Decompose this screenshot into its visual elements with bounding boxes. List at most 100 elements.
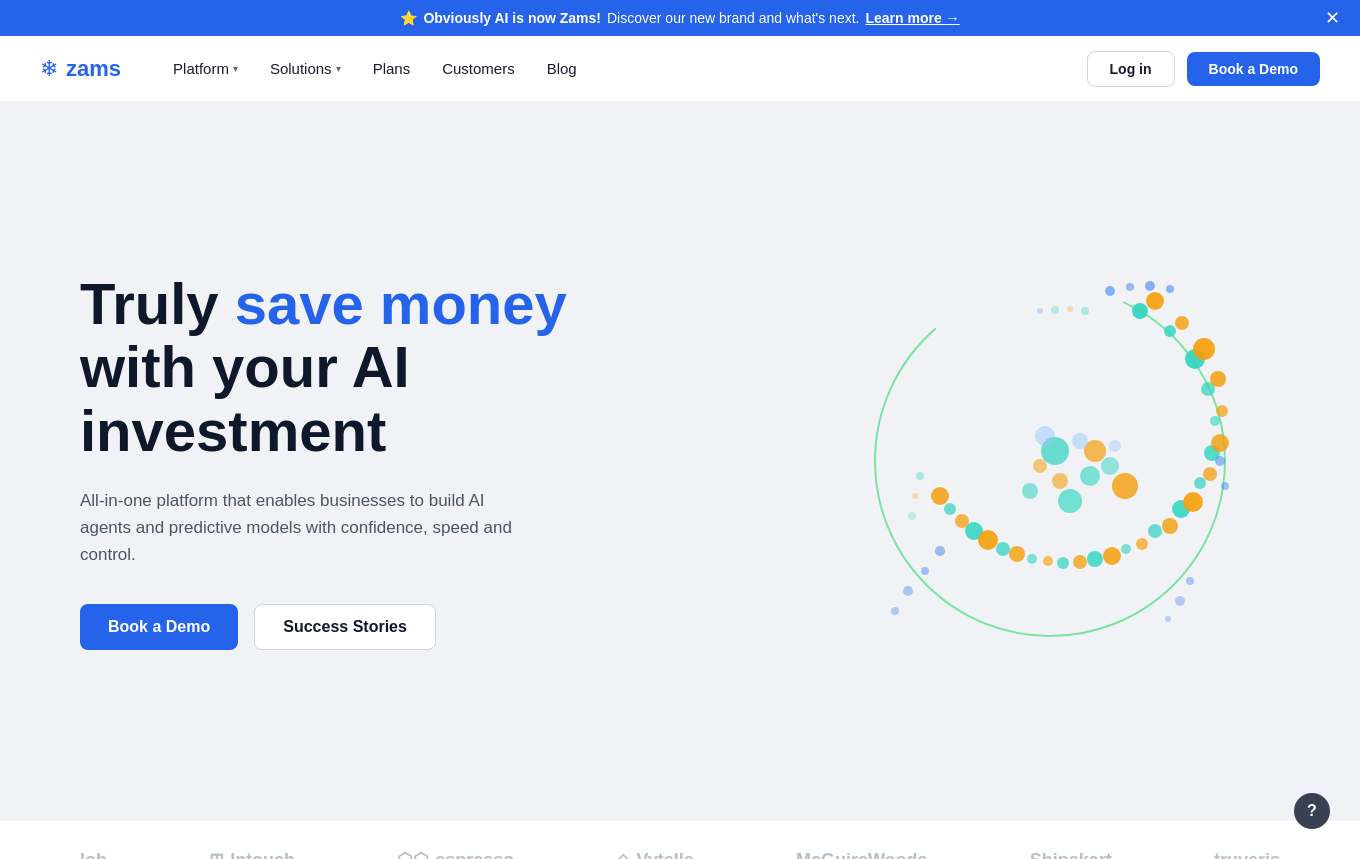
- logo-espresso-icon: ⬡⬡: [397, 849, 429, 859]
- logo-link[interactable]: ❄ zams: [40, 56, 121, 82]
- nav-plans-label: Plans: [373, 60, 411, 77]
- hero-buttons: Book a Demo Success Stories: [80, 604, 660, 650]
- svg-point-31: [978, 530, 998, 550]
- svg-point-42: [903, 586, 913, 596]
- close-banner-button[interactable]: ✕: [1325, 9, 1340, 27]
- svg-point-29: [1043, 556, 1053, 566]
- svg-point-50: [1058, 489, 1082, 513]
- nav-item-blog[interactable]: Blog: [535, 52, 589, 85]
- banner-link[interactable]: Learn more →: [865, 10, 959, 26]
- nav-blog-label: Blog: [547, 60, 577, 77]
- logo-vytelle: ◇ Vytelle: [616, 849, 693, 859]
- svg-point-46: [1165, 616, 1171, 622]
- svg-point-26: [1136, 538, 1148, 550]
- logo-intouch-text: Intouch: [230, 850, 295, 860]
- logos-bar: lob ⊞ Intouch ⬡⬡ espresso ◇ Vytelle McGu…: [0, 821, 1360, 859]
- svg-point-16: [944, 503, 956, 515]
- svg-point-37: [1166, 285, 1174, 293]
- logo-mcguirewoods-text: McGuireWoods: [796, 850, 928, 860]
- chevron-down-icon: ▾: [336, 63, 341, 74]
- svg-point-21: [1216, 405, 1228, 417]
- svg-point-51: [1101, 457, 1119, 475]
- svg-point-59: [1081, 307, 1089, 315]
- banner-star: ⭐: [400, 10, 417, 26]
- chevron-down-icon: ▾: [233, 63, 238, 74]
- svg-point-57: [1072, 433, 1088, 449]
- svg-point-5: [1210, 416, 1220, 426]
- svg-point-2: [1164, 325, 1176, 337]
- svg-point-14: [996, 542, 1010, 556]
- banner-text: Discover our new brand and what's next.: [607, 10, 859, 26]
- main-nav: ❄ zams Platform ▾ Solutions ▾ Plans Cust…: [0, 36, 1360, 101]
- svg-point-44: [1186, 577, 1194, 585]
- logo-shipskart-text: Shipskart: [1030, 850, 1112, 860]
- logo-shipskart: Shipskart: [1030, 850, 1112, 860]
- svg-point-27: [1103, 547, 1121, 565]
- hero-title-rest: with your AI investment: [80, 334, 410, 463]
- svg-point-11: [1087, 551, 1103, 567]
- svg-point-33: [931, 487, 949, 505]
- logo-lob-text: lob: [80, 850, 107, 860]
- logo-vytelle-text: Vytelle: [636, 850, 693, 860]
- hero-title-normal: Truly: [80, 271, 235, 336]
- help-button[interactable]: ?: [1294, 793, 1330, 829]
- hero-stories-button[interactable]: Success Stories: [254, 604, 436, 650]
- nav-item-customers[interactable]: Customers: [430, 52, 527, 85]
- nav-solutions-label: Solutions: [270, 60, 332, 77]
- svg-point-35: [1126, 283, 1134, 291]
- svg-point-1: [1132, 303, 1148, 319]
- svg-point-7: [1194, 477, 1206, 489]
- svg-point-60: [1067, 306, 1073, 312]
- svg-point-28: [1073, 555, 1087, 569]
- svg-point-63: [916, 472, 924, 480]
- svg-point-45: [1175, 596, 1185, 606]
- logo-intouch-icon: ⊞: [209, 849, 224, 859]
- svg-point-24: [1183, 492, 1203, 512]
- banner-bold: Obviously AI is now Zams!: [423, 10, 601, 26]
- nav-customers-label: Customers: [442, 60, 515, 77]
- svg-point-43: [891, 607, 899, 615]
- svg-point-56: [1035, 426, 1055, 446]
- nav-demo-button[interactable]: Book a Demo: [1187, 52, 1320, 86]
- svg-point-12: [1057, 557, 1069, 569]
- svg-point-41: [921, 567, 929, 575]
- svg-point-48: [1080, 466, 1100, 486]
- logo-truveris-text: truveris: [1214, 850, 1280, 860]
- hero-section: Truly save money with your AI investment…: [0, 101, 1360, 821]
- svg-point-13: [1027, 554, 1037, 564]
- svg-point-64: [912, 493, 918, 499]
- hero-demo-button[interactable]: Book a Demo: [80, 604, 238, 650]
- logo-vytelle-icon: ◇: [616, 849, 630, 859]
- svg-point-25: [1162, 518, 1178, 534]
- svg-point-49: [1022, 483, 1038, 499]
- login-button[interactable]: Log in: [1087, 51, 1175, 87]
- nav-item-platform[interactable]: Platform ▾: [161, 52, 250, 85]
- hero-title: Truly save money with your AI investment: [80, 272, 660, 463]
- svg-point-58: [1109, 440, 1121, 452]
- svg-point-36: [1145, 281, 1155, 291]
- announcement-banner: ⭐ Obviously AI is now Zams! Discover our…: [0, 0, 1360, 36]
- svg-point-20: [1210, 371, 1226, 387]
- nav-platform-label: Platform: [173, 60, 229, 77]
- logo-mcguirewoods: McGuireWoods: [796, 850, 928, 860]
- svg-point-32: [955, 514, 969, 528]
- nav-item-plans[interactable]: Plans: [361, 52, 423, 85]
- nav-item-solutions[interactable]: Solutions ▾: [258, 52, 353, 85]
- logo-icon: ❄: [40, 56, 58, 82]
- hero-subtitle: All-in-one platform that enables busines…: [80, 487, 540, 569]
- svg-point-55: [1033, 459, 1047, 473]
- hero-title-highlight: save money: [235, 271, 567, 336]
- nav-links: Platform ▾ Solutions ▾ Plans Customers B…: [161, 52, 1086, 85]
- svg-point-39: [1221, 482, 1229, 490]
- svg-point-30: [1009, 546, 1025, 562]
- logo-espresso: ⬡⬡ espresso: [397, 849, 514, 859]
- logo-espresso-text: espresso: [435, 850, 514, 860]
- svg-point-23: [1203, 467, 1217, 481]
- svg-point-40: [935, 546, 945, 556]
- svg-point-61: [1051, 306, 1059, 314]
- nav-actions: Log in Book a Demo: [1087, 51, 1320, 87]
- logo-truveris: truveris: [1214, 850, 1280, 860]
- svg-point-19: [1193, 338, 1215, 360]
- svg-point-17: [1146, 292, 1164, 310]
- svg-point-54: [1112, 473, 1138, 499]
